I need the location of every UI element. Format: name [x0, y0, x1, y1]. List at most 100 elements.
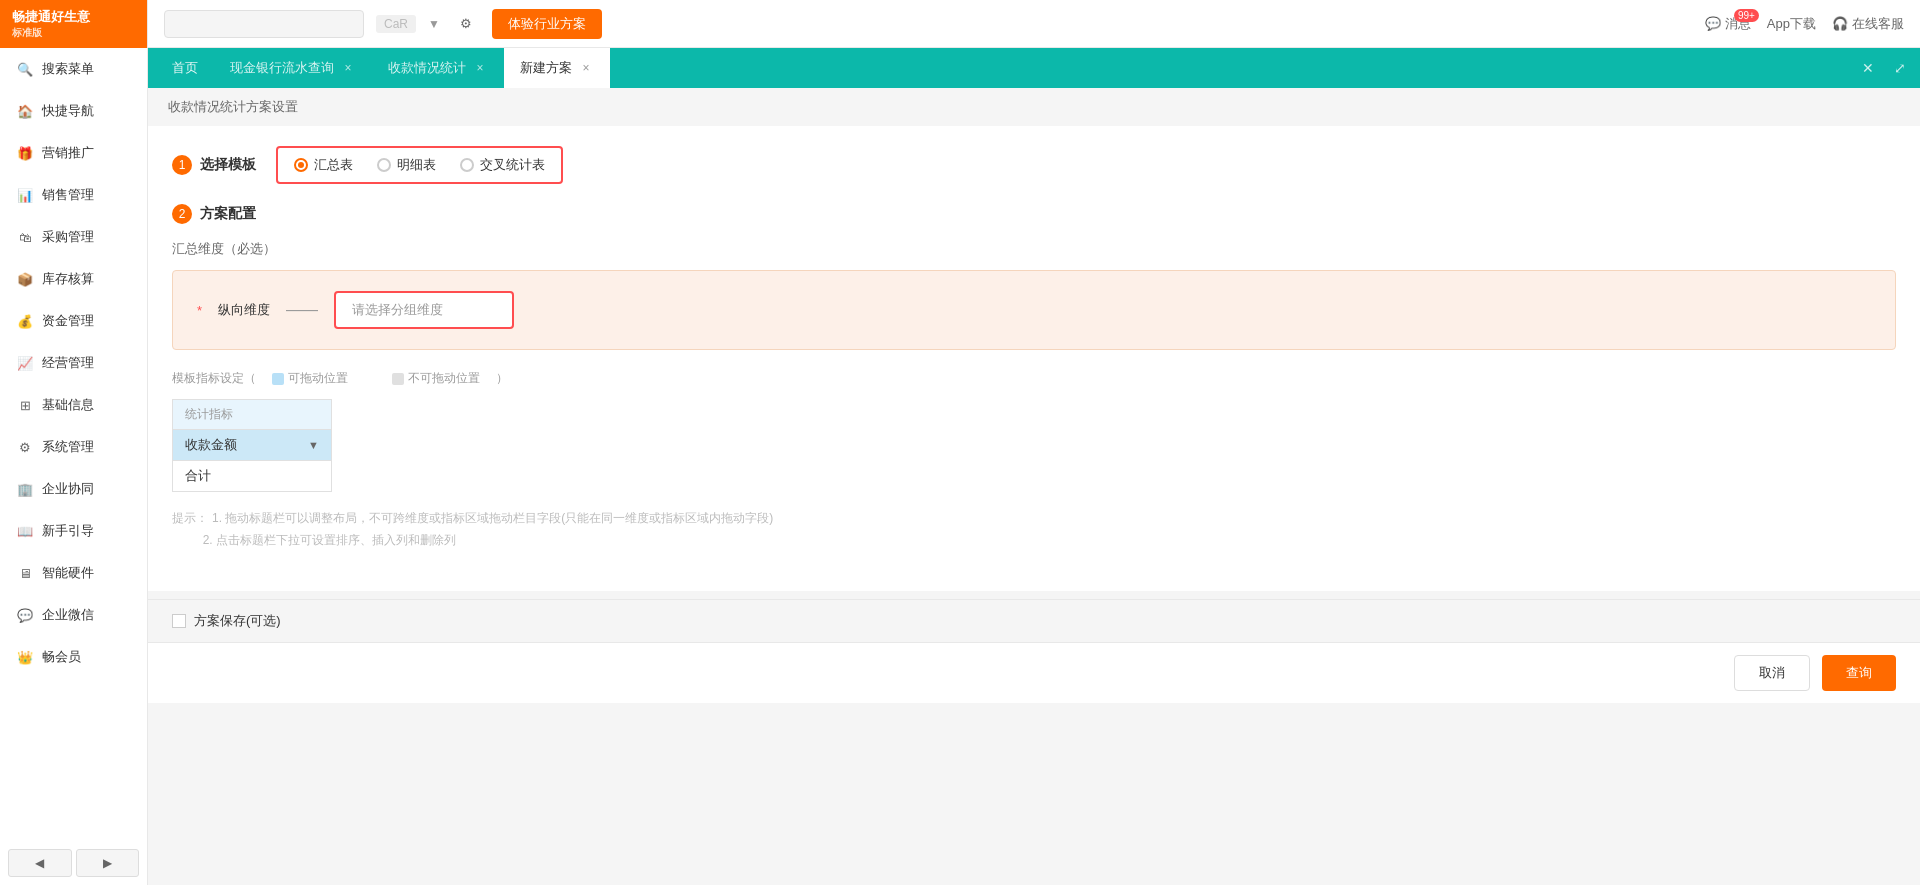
tab-cashflow-close[interactable]: × [340, 60, 356, 76]
sidebar-item-operation[interactable]: 📈 经营管理 [0, 342, 147, 384]
sidebar-item-label: 企业协同 [42, 480, 94, 498]
sidebar-item-nav[interactable]: 🏠 快捷导航 [0, 90, 147, 132]
sidebar-item-label: 经营管理 [42, 354, 94, 372]
corp-icon: 🏢 [16, 480, 34, 498]
sidebar-item-wechat[interactable]: 💬 企业微信 [0, 594, 147, 636]
grid-icon: ⊞ [16, 396, 34, 414]
sidebar-item-label: 基础信息 [42, 396, 94, 414]
user-text-display: CaR [376, 15, 416, 33]
compass-icon: 🏠 [16, 102, 34, 120]
notification-area[interactable]: 💬 消息 99+ [1705, 15, 1751, 33]
sidebar-item-label: 系统管理 [42, 438, 94, 456]
guide-icon: 📖 [16, 522, 34, 540]
online-service-link[interactable]: 🎧在线客服 [1832, 15, 1904, 33]
member-icon: 👑 [16, 648, 34, 666]
sidebar-bottom-btn1[interactable]: ◀ [8, 849, 72, 877]
legend-fixed: 不可拖动位置 [392, 370, 480, 387]
app-name: 畅捷通好生意 [12, 8, 90, 26]
tab-cashflow[interactable]: 现金银行流水查询 × [214, 48, 372, 88]
search-bar[interactable] [164, 10, 364, 38]
tip-row-1: 提示： 1. 拖动标题栏可以调整布局，不可跨维度或指标区域拖动栏目字段(只能在同… [172, 508, 1896, 530]
tab-collection[interactable]: 收款情况统计 × [372, 48, 504, 88]
wechat-icon: 💬 [16, 606, 34, 624]
save-checkbox[interactable] [172, 614, 186, 628]
indicator-subheader[interactable]: 收款金额 ▼ [173, 430, 331, 461]
sidebar-item-label: 资金管理 [42, 312, 94, 330]
indicator-legend-prefix: 模板指标设定（ [172, 370, 256, 387]
tab-collection-label: 收款情况统计 [388, 59, 466, 77]
tabbar: 首页 现金银行流水查询 × 收款情况统计 × 新建方案 × ✕ ⤢ [148, 48, 1920, 88]
headset-icon: 🎧 [1832, 16, 1848, 31]
dim-placeholder: 请选择分组维度 [352, 301, 443, 319]
tab-newplan[interactable]: 新建方案 × [504, 48, 610, 88]
app-version: 标准版 [12, 26, 90, 40]
search-icon: 🔍 [16, 60, 34, 78]
radio-summary[interactable]: 汇总表 [294, 156, 353, 174]
settings-icon[interactable]: ⚙ [452, 10, 480, 38]
sidebar-item-system[interactable]: ⚙ 系统管理 [0, 426, 147, 468]
sidebar-item-purchase[interactable]: 🛍 采购管理 [0, 216, 147, 258]
stats-label: 统计指标 [185, 406, 233, 423]
indicator-table: 统计指标 收款金额 ▼ 合计 [172, 399, 332, 492]
query-button[interactable]: 查询 [1822, 655, 1896, 691]
movable-dot [272, 373, 284, 385]
tip2-indent [172, 530, 199, 552]
tab-collection-close[interactable]: × [472, 60, 488, 76]
radio-summary-circle [294, 158, 308, 172]
chevron-icon: ▼ [308, 439, 319, 451]
sidebar-item-inventory[interactable]: 📦 库存核算 [0, 258, 147, 300]
sidebar-item-marketing[interactable]: 🎁 营销推广 [0, 132, 147, 174]
sidebar-item-label: 企业微信 [42, 606, 94, 624]
sidebar-item-finance[interactable]: 💰 资金管理 [0, 300, 147, 342]
maximize-btn[interactable]: ⤢ [1888, 56, 1912, 80]
topbar: CaR ▼ ⚙ 体验行业方案 💬 消息 99+ App下载 🎧在线客服 [148, 0, 1920, 48]
step1-header: 1 选择模板 汇总表 明细表 交叉统计表 [172, 146, 1896, 184]
sidebar-bottom-btn2[interactable]: ▶ [76, 849, 140, 877]
message-icon: 💬 [1705, 16, 1721, 31]
cancel-button[interactable]: 取消 [1734, 655, 1810, 691]
dim-label-text: 纵向维度 [218, 301, 270, 319]
tab-newplan-label: 新建方案 [520, 59, 572, 77]
main-area: CaR ▼ ⚙ 体验行业方案 💬 消息 99+ App下载 🎧在线客服 首页 现… [148, 0, 1920, 885]
step1-section: 1 选择模板 汇总表 明细表 交叉统计表 [172, 146, 1896, 184]
box-icon: 📦 [16, 270, 34, 288]
tip1: 1. 拖动标题栏可以调整布局，不可跨维度或指标区域拖动栏目字段(只能在同一维度或… [212, 508, 773, 530]
template-options: 汇总表 明细表 交叉统计表 [276, 146, 563, 184]
sidebar-item-label: 搜索菜单 [42, 60, 94, 78]
sidebar-item-sales[interactable]: 📊 销售管理 [0, 174, 147, 216]
dim-select[interactable]: 请选择分组维度 [334, 291, 514, 329]
legend-movable: 可拖动位置 [272, 370, 348, 387]
breadcrumb: 收款情况统计方案设置 [148, 88, 1920, 126]
sidebar-item-label: 采购管理 [42, 228, 94, 246]
sidebar: 畅捷通好生意 标准版 🔍 搜索菜单 🏠 快捷导航 🎁 营销推广 📊 销售管理 🛍… [0, 0, 148, 885]
sidebar-item-label: 畅会员 [42, 648, 81, 666]
dimension-row: * 纵向维度 —— 请选择分组维度 [197, 291, 1871, 329]
sidebar-item-hardware[interactable]: 🖥 智能硬件 [0, 552, 147, 594]
dimension-section-label: 汇总维度（必选） [172, 240, 1896, 258]
sidebar-item-basic[interactable]: ⊞ 基础信息 [0, 384, 147, 426]
tab-newplan-close[interactable]: × [578, 60, 594, 76]
tips-section: 提示： 1. 拖动标题栏可以调整布局，不可跨维度或指标区域拖动栏目字段(只能在同… [172, 508, 1896, 551]
indicator-legend-sep [364, 370, 376, 387]
tab-cashflow-label: 现金银行流水查询 [230, 59, 334, 77]
indicator-header: 统计指标 [173, 400, 331, 430]
fixed-label: 不可拖动位置 [408, 370, 480, 387]
sidebar-bottom: ◀ ▶ [0, 841, 147, 885]
radio-crosstab[interactable]: 交叉统计表 [460, 156, 545, 174]
chart-icon: 📊 [16, 186, 34, 204]
sidebar-item-search[interactable]: 🔍 搜索菜单 [0, 48, 147, 90]
app-download-link[interactable]: App下载 [1767, 15, 1816, 33]
radio-detail[interactable]: 明细表 [377, 156, 436, 174]
content-area: 收款情况统计方案设置 1 选择模板 汇总表 明细表 [148, 88, 1920, 885]
sidebar-item-label: 智能硬件 [42, 564, 94, 582]
bag-icon: 🛍 [16, 228, 34, 246]
sidebar-item-corp[interactable]: 🏢 企业协同 [0, 468, 147, 510]
tab-home[interactable]: 首页 [156, 48, 214, 88]
sidebar-item-guide[interactable]: 📖 新手引导 [0, 510, 147, 552]
close-window-btn[interactable]: ✕ [1856, 56, 1880, 80]
fixed-dot [392, 373, 404, 385]
tabbar-right: ✕ ⤢ [1856, 56, 1912, 80]
sidebar-item-member[interactable]: 👑 畅会员 [0, 636, 147, 678]
trial-button[interactable]: 体验行业方案 [492, 9, 602, 39]
indicator-subtotal: 合计 [185, 468, 211, 483]
